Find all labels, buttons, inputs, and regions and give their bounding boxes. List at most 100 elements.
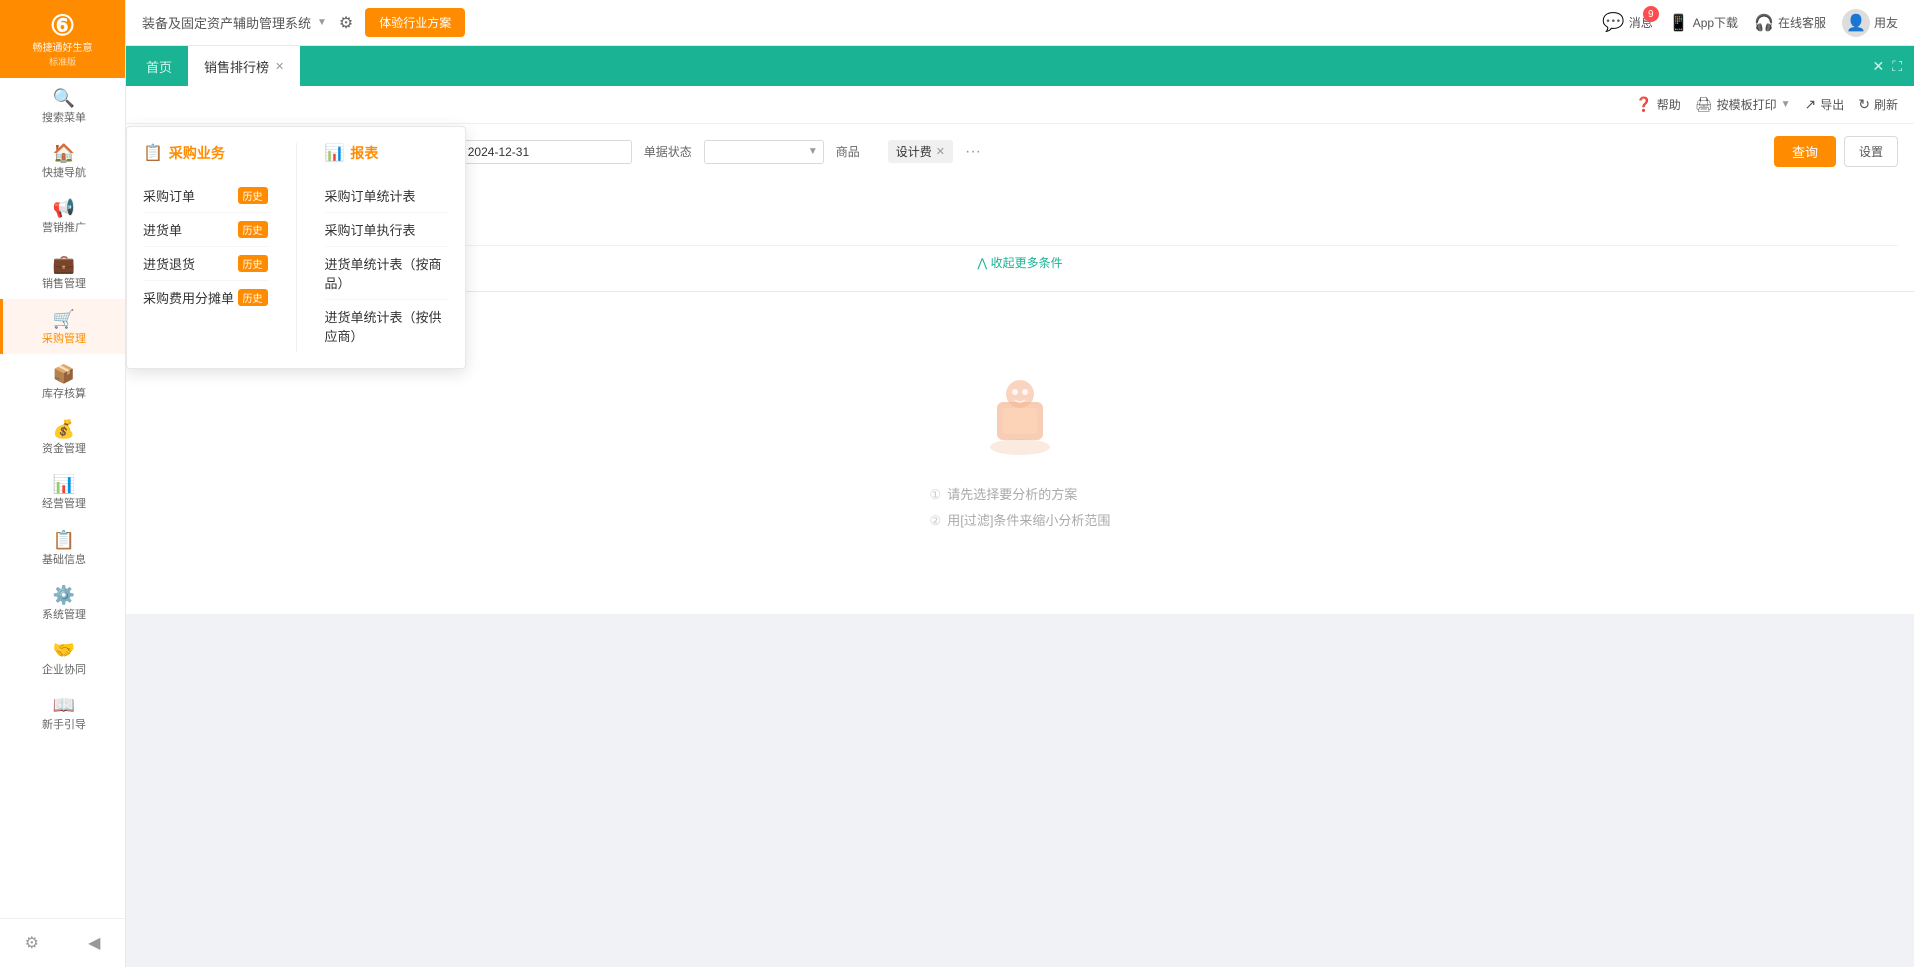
sidebar: ⑥ 畅捷通好生意 标准版 🔍 搜索菜单 🏠 快捷导航 📢 营销推广 💼 销售管理… — [0, 0, 126, 967]
incoming-history-badge: 历史 — [238, 221, 268, 238]
goods-tag-close-icon[interactable]: ✕ — [936, 145, 945, 158]
tab-close-icon[interactable]: ✕ — [275, 60, 284, 73]
tab-expand-btn[interactable]: ✕ ⛶ — [1860, 58, 1914, 75]
report-col-header: 📊 报表 — [325, 143, 450, 167]
guide-nav-label: 新手引导 — [42, 719, 86, 732]
logo-icon: ⑥ — [50, 12, 75, 40]
dropdown-item-incoming[interactable]: 进货单 历史 — [143, 213, 268, 247]
goods-dots-btn[interactable]: ··· — [965, 144, 981, 160]
purchase-order-label: 采购订单 — [143, 186, 195, 205]
sales-nav-icon: 💼 — [53, 254, 75, 275]
inventory-nav-icon: 📦 — [53, 364, 75, 385]
message-btn[interactable]: 💬 9 9 消息 — [1602, 12, 1652, 33]
maximize-icon[interactable]: ⛶ — [1892, 58, 1902, 75]
quick-nav-nav-icon: 🏠 — [53, 143, 75, 164]
username-label: 用友 — [1874, 14, 1898, 31]
sidebar-settings-btn[interactable]: ⚙ — [21, 929, 43, 957]
online-service-btn[interactable]: 🎧 在线客服 — [1754, 13, 1826, 33]
tab-home-label: 首页 — [146, 57, 172, 76]
content-area: ❓ 帮助 🖨 按模板打印 ▼ ↗ 导出 ↻ 刷新 — [126, 86, 1914, 967]
dropdown-item-purchase-order-stat[interactable]: 采购订单统计表 — [325, 179, 450, 213]
tab-home[interactable]: 首页 — [130, 46, 188, 86]
message-icon: 💬 — [1602, 12, 1624, 33]
purchase-col-header: 📋 采购业务 — [143, 143, 268, 167]
report-col-title: 报表 — [350, 143, 378, 163]
incoming-stat-goods-label: 进货单统计表（按商品） — [325, 254, 450, 292]
bill-status-label: 单据状态 — [644, 143, 692, 160]
online-service-label: 在线客服 — [1778, 14, 1826, 31]
tab-sales-rank[interactable]: 销售排行榜 ✕ — [188, 46, 300, 86]
expense-label: 采购费用分摊单 — [143, 288, 234, 307]
sidebar-item-cooperation[interactable]: 🤝 企业协同 — [0, 630, 125, 685]
system-nav-label: 系统管理 — [42, 609, 86, 622]
sidebar-item-quick-nav[interactable]: 🏠 快捷导航 — [0, 133, 125, 188]
sidebar-item-capital[interactable]: 💰 资金管理 — [0, 409, 125, 464]
purchase-nav-label: 采购管理 — [42, 333, 86, 346]
sales-nav-label: 销售管理 — [42, 278, 86, 291]
topbar-settings-icon[interactable]: ⚙ — [339, 13, 353, 33]
dropdown-item-expense[interactable]: 采购费用分摊单 历史 — [143, 281, 268, 314]
close-all-icon[interactable]: ✕ — [1872, 58, 1884, 75]
dropdown-item-purchase-order[interactable]: 采购订单 历史 — [143, 179, 268, 213]
goods-tag-value: 设计费 — [896, 143, 932, 160]
dropdown-divider — [296, 143, 297, 352]
bill-status-select[interactable] — [704, 140, 824, 164]
bill-status-select-wrapper: ▼ — [704, 140, 824, 164]
phone-icon: 📱 — [1669, 13, 1689, 33]
sidebar-item-guide[interactable]: 📖 新手引导 — [0, 685, 125, 740]
purchase-col-icon: 📋 — [143, 143, 163, 163]
sidebar-item-operations[interactable]: 📊 经营管理 — [0, 464, 125, 519]
help-btn[interactable]: ❓ 帮助 — [1635, 96, 1680, 113]
date-end-input[interactable] — [459, 140, 632, 164]
dropdown-item-incoming-stat-supplier[interactable]: 进货单统计表（按供应商） — [325, 300, 450, 352]
refresh-btn[interactable]: ↻ 刷新 — [1858, 96, 1898, 113]
quick-nav-nav-label: 快捷导航 — [42, 167, 86, 180]
dropdown-item-incoming-stat-goods[interactable]: 进货单统计表（按商品） — [325, 247, 450, 300]
print-btn[interactable]: 🖨 按模板打印 ▼ — [1695, 96, 1791, 113]
dropdown-item-return[interactable]: 进货退货 历史 — [143, 247, 268, 281]
app-download-btn[interactable]: 📱 App下载 — [1669, 13, 1738, 33]
inventory-nav-label: 库存核算 — [42, 388, 86, 401]
system-selector[interactable]: 装备及固定资产辅助管理系统 ▼ — [142, 13, 327, 32]
main-area: 装备及固定资产辅助管理系统 ▼ ⚙ 体验行业方案 💬 9 9 消息 📱 App下… — [126, 0, 1914, 967]
operations-nav-label: 经营管理 — [42, 498, 86, 511]
purchase-dropdown-menu: 📋 采购业务 采购订单 历史 进货单 历史 进货退货 历史 采购费用分摊单 — [126, 126, 466, 369]
cooperation-nav-icon: 🤝 — [53, 640, 75, 661]
topbar: 装备及固定资产辅助管理系统 ▼ ⚙ 体验行业方案 💬 9 9 消息 📱 App下… — [126, 0, 1914, 46]
dropdown-item-purchase-order-exec[interactable]: 采购订单执行表 — [325, 213, 450, 247]
settings-btn[interactable]: 设置 — [1844, 136, 1898, 167]
empty-hint-1: 请先选择要分析的方案 — [930, 482, 1111, 508]
query-btn[interactable]: 查询 — [1774, 136, 1836, 167]
operations-nav-icon: 📊 — [53, 474, 75, 495]
sidebar-item-system[interactable]: ⚙️ 系统管理 — [0, 575, 125, 630]
industry-btn[interactable]: 体验行业方案 — [365, 8, 465, 37]
sidebar-item-marketing[interactable]: 📢 营销推广 — [0, 188, 125, 243]
user-menu-btn[interactable]: 👤 用友 — [1842, 9, 1898, 37]
system-chevron-icon: ▼ — [317, 17, 327, 28]
empty-svg — [975, 372, 1065, 462]
sidebar-item-inventory[interactable]: 📦 库存核算 — [0, 354, 125, 409]
help-icon: ❓ — [1635, 96, 1652, 113]
sidebar-item-search[interactable]: 🔍 搜索菜单 — [0, 78, 125, 133]
return-history-badge: 历史 — [238, 255, 268, 272]
purchase-col: 📋 采购业务 采购订单 历史 进货单 历史 进货退货 历史 采购费用分摊单 — [143, 143, 268, 352]
help-label: 帮助 — [1657, 96, 1681, 113]
export-icon: ↗ — [1805, 96, 1817, 113]
purchase-nav-icon: 🛒 — [53, 309, 75, 330]
collapse-label: 收起更多条件 — [991, 256, 1063, 270]
goods-tag: 设计费 ✕ — [888, 140, 953, 163]
user-avatar: 👤 — [1842, 9, 1870, 37]
sidebar-item-sales[interactable]: 💼 销售管理 — [0, 244, 125, 299]
sidebar-bottom: ⚙ ◀ — [0, 918, 125, 967]
sidebar-item-basic-info[interactable]: 📋 基础信息 — [0, 520, 125, 575]
purchase-col-title: 采购业务 — [169, 143, 225, 163]
cooperation-nav-label: 企业协同 — [42, 664, 86, 677]
sidebar-nav: 🔍 搜索菜单 🏠 快捷导航 📢 营销推广 💼 销售管理 🛒 采购管理 📦 库存核… — [0, 78, 125, 918]
export-btn[interactable]: ↗ 导出 — [1805, 96, 1845, 113]
toolbar-right: ❓ 帮助 🖨 按模板打印 ▼ ↗ 导出 ↻ 刷新 — [1635, 96, 1898, 113]
sidebar-item-purchase[interactable]: 🛒 采购管理 — [0, 299, 125, 354]
sidebar-collapse-btn[interactable]: ◀ — [84, 929, 104, 957]
refresh-label: 刷新 — [1874, 96, 1898, 113]
empty-illustration — [975, 372, 1065, 462]
guide-nav-icon: 📖 — [53, 695, 75, 716]
